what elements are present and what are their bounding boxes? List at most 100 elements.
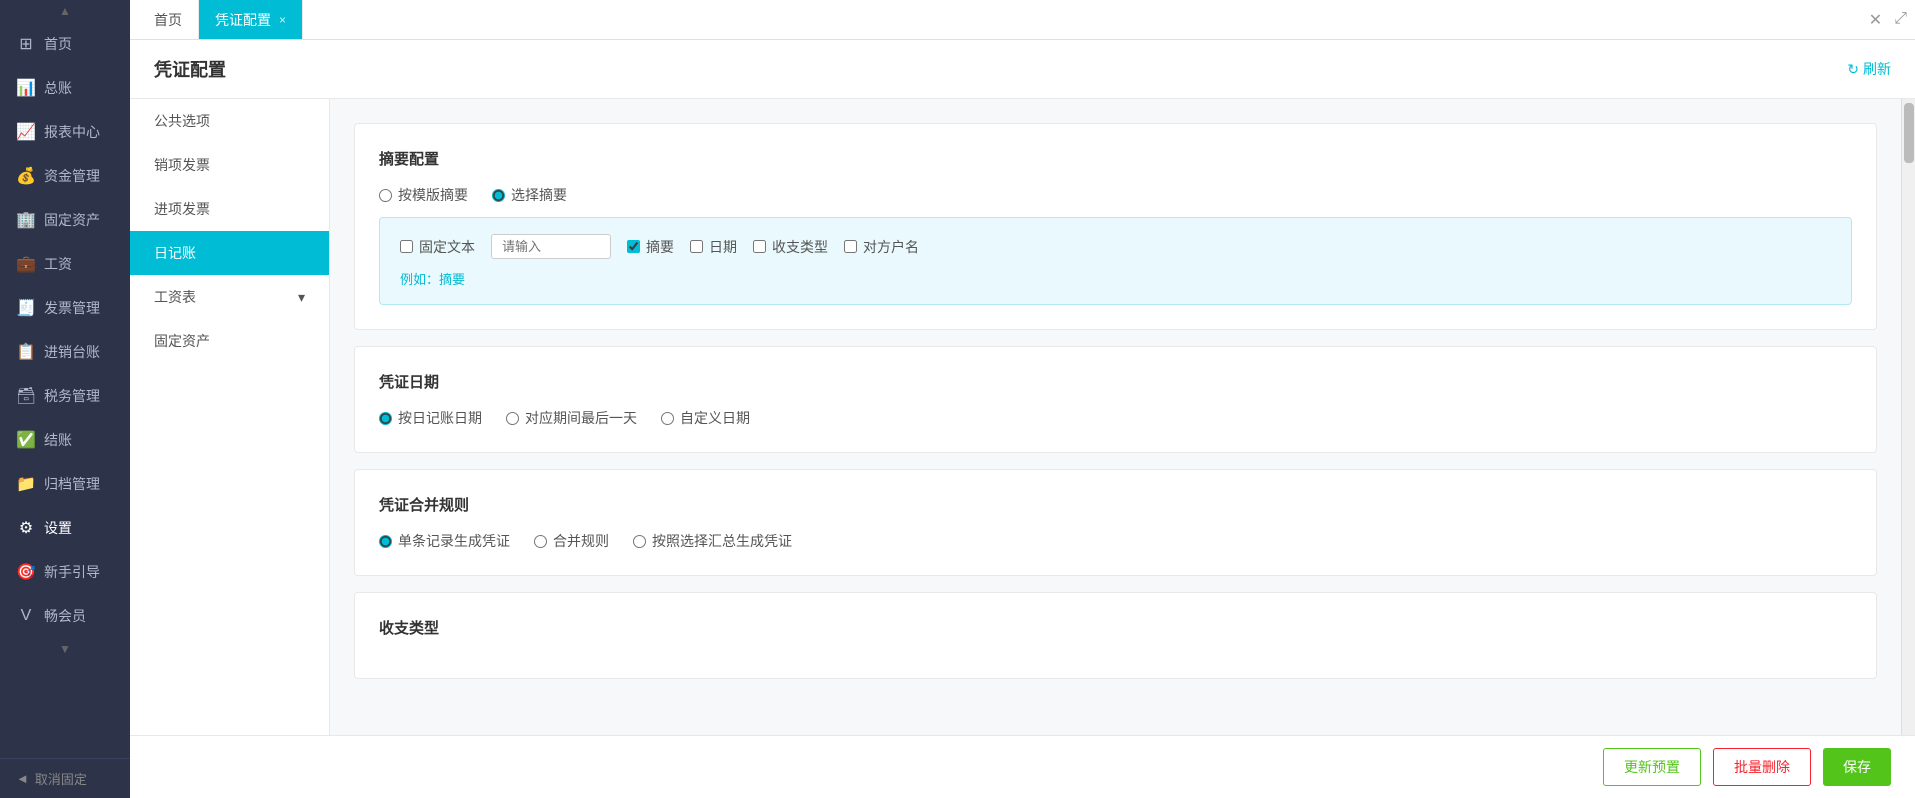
scrollbar-thumb <box>1904 103 1914 163</box>
checkbox-fixed-text-input[interactable] <box>400 240 413 253</box>
summary-radio-select-input[interactable] <box>492 189 505 202</box>
sidebar-item-vip[interactable]: V 畅会员 <box>0 594 130 638</box>
save-button[interactable]: 保存 <box>1823 748 1891 786</box>
sidebar-item-settings[interactable]: ⚙ 设置 <box>0 506 130 550</box>
merge-rule-radio-group: 单条记录生成凭证 合并规则 按照选择汇总生成凭证 <box>379 531 1852 551</box>
checkout-icon: ✅ <box>16 430 36 450</box>
content-area: 公共选项 销项发票 进项发票 日记账 工资表 ▾ 固定资产 摘要配置 <box>130 99 1915 735</box>
page-title: 凭证配置 <box>154 56 226 82</box>
window-close-icon[interactable]: ✕ <box>1869 10 1882 30</box>
home-icon: ⊞ <box>16 34 36 54</box>
update-preview-button[interactable]: 更新预置 <box>1603 748 1701 786</box>
left-nav-salary[interactable]: 工资表 ▾ <box>130 275 329 319</box>
checkbox-counterpart[interactable]: 对方户名 <box>844 237 919 257</box>
sidebar-label-home: 首页 <box>44 34 114 54</box>
checkbox-date-input[interactable] <box>690 240 703 253</box>
radio-summary-gen-input[interactable] <box>633 535 646 548</box>
chevron-down-icon: ▾ <box>298 289 305 306</box>
refresh-icon: ↻ <box>1847 61 1859 78</box>
main-area: 首页 凭证配置 × ✕ ⤢ 凭证配置 ↻ 刷新 公共选项 销项发票 进项 <box>130 0 1915 798</box>
sidebar-item-assets[interactable]: 🏢 固定资产 <box>0 198 130 242</box>
sidebar-item-purchase[interactable]: 📋 进销台账 <box>0 330 130 374</box>
archive-icon: 📁 <box>16 474 36 494</box>
tab-home[interactable]: 首页 <box>138 0 199 39</box>
sidebar-item-guide[interactable]: 🎯 新手引导 <box>0 550 130 594</box>
checkbox-counterpart-input[interactable] <box>844 240 857 253</box>
summary-radio-template-input[interactable] <box>379 189 392 202</box>
sidebar-item-tax[interactable]: 🗃 税务管理 <box>0 374 130 418</box>
sidebar-scroll-up[interactable]: ▲ <box>0 0 130 22</box>
receipt-type-section: 收支类型 <box>354 592 1877 679</box>
sidebar-item-reports[interactable]: 📈 报表中心 <box>0 110 130 154</box>
radio-single[interactable]: 单条记录生成凭证 <box>379 531 510 551</box>
sidebar-item-salary[interactable]: 💼 工资 <box>0 242 130 286</box>
tab-active-label: 凭证配置 <box>215 10 271 30</box>
merge-rule-title: 凭证合并规则 <box>379 494 1852 515</box>
example-text: 例如：摘要 <box>400 269 1831 288</box>
bottom-actions: 更新预置 批量删除 保存 <box>130 735 1915 798</box>
radio-period-last-input[interactable] <box>506 412 519 425</box>
left-nav: 公共选项 销项发票 进项发票 日记账 工资表 ▾ 固定资产 <box>130 99 330 735</box>
window-resize-icon[interactable]: ⤢ <box>1894 10 1907 30</box>
radio-custom-date-input[interactable] <box>661 412 674 425</box>
sidebar: ▲ ⊞ 首页 📊 总账 📈 报表中心 💰 资金管理 🏢 固定资产 💼 工资 🧾 … <box>0 0 130 798</box>
fixed-text-input[interactable] <box>491 234 611 259</box>
sidebar-scroll-down[interactable]: ▼ <box>0 638 130 660</box>
summary-radio-template[interactable]: 按模版摘要 <box>379 185 468 205</box>
refresh-button[interactable]: ↻ 刷新 <box>1847 59 1891 79</box>
sidebar-item-ledger[interactable]: 📊 总账 <box>0 66 130 110</box>
sidebar-item-funds[interactable]: 💰 资金管理 <box>0 154 130 198</box>
sidebar-item-checkout[interactable]: ✅ 结账 <box>0 418 130 462</box>
merge-rule-section: 凭证合并规则 单条记录生成凭证 合并规则 按照选择汇总生成凭证 <box>354 469 1877 576</box>
outer-scrollbar[interactable] <box>1901 99 1915 735</box>
tab-bar: 首页 凭证配置 × ✕ ⤢ <box>130 0 1915 40</box>
sidebar-item-archive[interactable]: 📁 归档管理 <box>0 462 130 506</box>
vip-icon: V <box>16 607 36 625</box>
checkbox-summary[interactable]: 摘要 <box>627 237 674 257</box>
summary-title: 摘要配置 <box>379 148 1852 169</box>
left-nav-journal[interactable]: 日记账 <box>130 231 329 275</box>
page-header: 凭证配置 ↻ 刷新 <box>130 40 1915 99</box>
summary-checkboxes-row: 固定文本 摘要 日期 收支类型 <box>400 234 1831 259</box>
assets-icon: 🏢 <box>16 210 36 230</box>
right-content: 摘要配置 按模版摘要 选择摘要 <box>330 99 1901 735</box>
checkbox-summary-input[interactable] <box>627 240 640 253</box>
checkbox-type[interactable]: 收支类型 <box>753 237 828 257</box>
checkbox-date[interactable]: 日期 <box>690 237 737 257</box>
radio-single-input[interactable] <box>379 535 392 548</box>
checkbox-fixed-text[interactable]: 固定文本 <box>400 237 475 257</box>
radio-journal-date[interactable]: 按日记账日期 <box>379 408 482 428</box>
unpin-icon: ◄ <box>16 771 29 786</box>
left-nav-sales[interactable]: 销项发票 <box>130 143 329 187</box>
radio-period-last[interactable]: 对应期间最后一天 <box>506 408 637 428</box>
invoice-icon: 🧾 <box>16 298 36 318</box>
radio-journal-date-input[interactable] <box>379 412 392 425</box>
tab-close-icon[interactable]: × <box>279 13 286 27</box>
voucher-date-radio-group: 按日记账日期 对应期间最后一天 自定义日期 <box>379 408 1852 428</box>
sidebar-item-invoice[interactable]: 🧾 发票管理 <box>0 286 130 330</box>
batch-delete-button[interactable]: 批量删除 <box>1713 748 1811 786</box>
radio-merge-input[interactable] <box>534 535 547 548</box>
radio-merge[interactable]: 合并规则 <box>534 531 609 551</box>
summary-options-panel: 固定文本 摘要 日期 收支类型 <box>379 217 1852 305</box>
tab-voucher-config[interactable]: 凭证配置 × <box>199 0 303 39</box>
settings-icon: ⚙ <box>16 518 36 538</box>
left-nav-fixed-assets[interactable]: 固定资产 <box>130 319 329 363</box>
purchase-icon: 📋 <box>16 342 36 362</box>
radio-summary-gen[interactable]: 按照选择汇总生成凭证 <box>633 531 792 551</box>
funds-icon: 💰 <box>16 166 36 186</box>
sidebar-item-home[interactable]: ⊞ 首页 <box>0 22 130 66</box>
receipt-type-title: 收支类型 <box>379 617 1852 638</box>
left-nav-purchase[interactable]: 进项发票 <box>130 187 329 231</box>
tab-bar-actions: ✕ ⤢ <box>1869 10 1907 30</box>
voucher-date-section: 凭证日期 按日记账日期 对应期间最后一天 自定义日期 <box>354 346 1877 453</box>
left-nav-public[interactable]: 公共选项 <box>130 99 329 143</box>
voucher-date-title: 凭证日期 <box>379 371 1852 392</box>
checkbox-type-input[interactable] <box>753 240 766 253</box>
guide-icon: 🎯 <box>16 562 36 582</box>
summary-radio-group: 按模版摘要 选择摘要 <box>379 185 1852 205</box>
sidebar-unpin-button[interactable]: ◄ 取消固定 <box>0 758 130 798</box>
summary-radio-select[interactable]: 选择摘要 <box>492 185 567 205</box>
reports-icon: 📈 <box>16 122 36 142</box>
radio-custom-date[interactable]: 自定义日期 <box>661 408 750 428</box>
